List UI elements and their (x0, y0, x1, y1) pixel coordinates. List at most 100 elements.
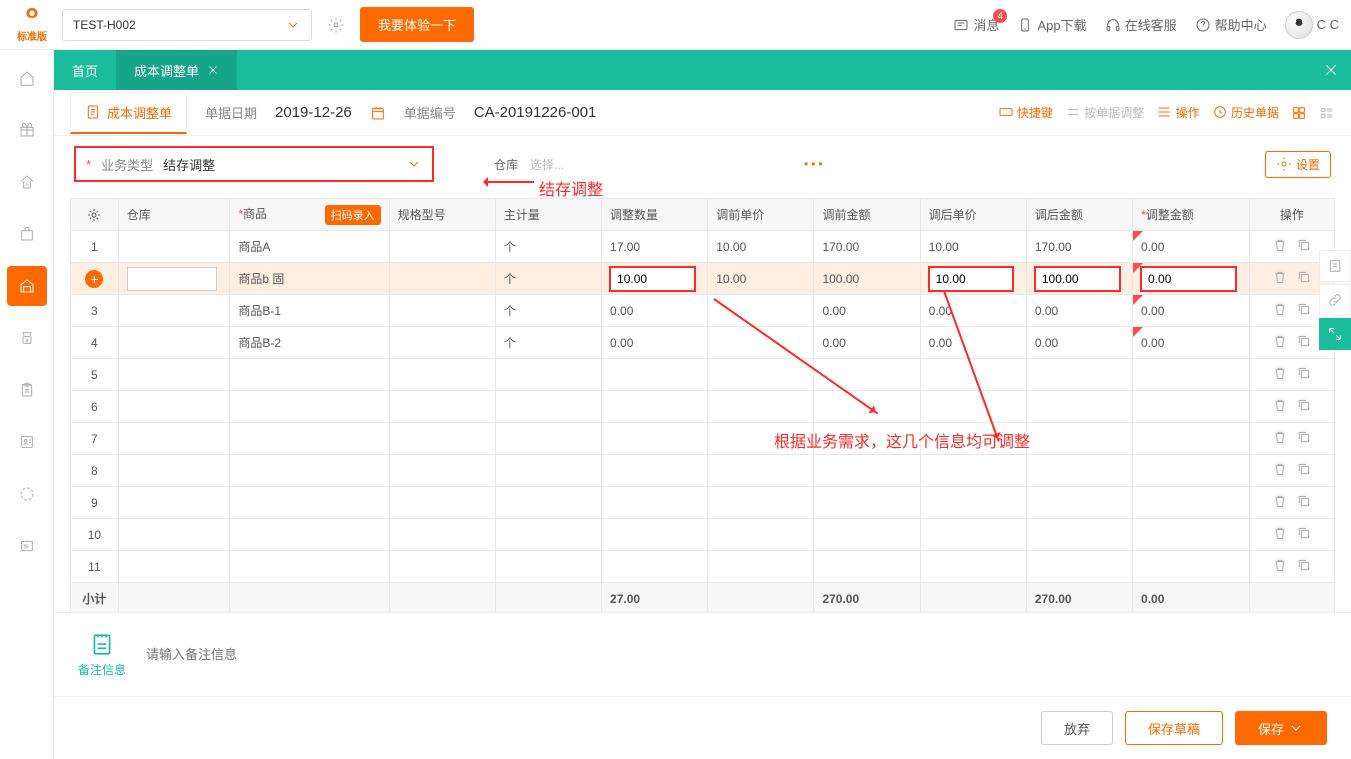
side-new-icon[interactable]: 新 (7, 526, 47, 566)
delete-icon[interactable] (1272, 397, 1288, 413)
by-doc-link[interactable]: 按单据调整 (1065, 104, 1144, 121)
settings-button[interactable]: 设置 (1265, 151, 1331, 178)
service-link[interactable]: 在线客服 (1105, 15, 1177, 34)
th-gear[interactable] (71, 199, 119, 231)
chevron-down-icon (285, 17, 301, 33)
th-spec: 规格型号 (389, 199, 495, 231)
side-up-icon[interactable] (7, 162, 47, 202)
form-row: *业务类型 结存调整 仓库 选择... ••• 设置 结存调整 (54, 136, 1351, 198)
side-gift-icon[interactable] (7, 110, 47, 150)
tab-home[interactable]: 首页 (54, 50, 116, 90)
msg-badge: 4 (993, 9, 1007, 23)
history-link[interactable]: 历史单据 (1212, 104, 1279, 121)
table-row[interactable]: 11 (71, 551, 1335, 583)
scan-input-button[interactable]: 扫码录入 (325, 205, 381, 225)
table-row[interactable]: +商品b 固个10.00100.00 (71, 263, 1335, 295)
post-price-input[interactable] (929, 267, 1014, 291)
grid-view-icon[interactable] (1291, 105, 1307, 121)
table-row[interactable]: 6 (71, 391, 1335, 423)
remark-section: 备注信息 (54, 612, 1351, 696)
subtotal-qty: 27.00 (602, 583, 708, 613)
th-pre-price: 调前单价 (708, 199, 814, 231)
th-warehouse: 仓库 (118, 199, 230, 231)
copy-icon[interactable] (1296, 237, 1312, 253)
qty-input[interactable] (610, 267, 695, 291)
th-post-price: 调后单价 (920, 199, 1026, 231)
post-amt-input[interactable] (1035, 267, 1120, 291)
copy-icon[interactable] (1296, 461, 1312, 477)
save-button[interactable]: 保存 (1235, 711, 1327, 745)
copy-icon[interactable] (1296, 397, 1312, 413)
delete-icon[interactable] (1272, 461, 1288, 477)
biz-type-select[interactable]: *业务类型 结存调整 (74, 146, 434, 182)
table-row[interactable]: 7 (71, 423, 1335, 455)
table-row[interactable]: 5 (71, 359, 1335, 391)
table-row[interactable]: 4商品B-2个0.000.000.000.000.00 (71, 327, 1335, 359)
tab-cost-adjust[interactable]: 成本调整单 (116, 50, 237, 90)
rs-note-icon[interactable] (1319, 250, 1351, 282)
close-icon[interactable] (207, 64, 219, 76)
logo: 标准版 (12, 6, 52, 43)
save-draft-button[interactable]: 保存草稿 (1125, 711, 1223, 745)
experience-button[interactable]: 我要体验一下 (360, 7, 474, 42)
table-row[interactable]: 10 (71, 519, 1335, 551)
app-download-link[interactable]: App下载 (1017, 15, 1086, 34)
table-row[interactable]: 1商品A个17.0010.00170.0010.00170.000.00 (71, 231, 1335, 263)
user-menu[interactable]: C C (1285, 11, 1339, 39)
gear-icon[interactable] (322, 11, 350, 39)
copy-icon[interactable] (1296, 557, 1312, 573)
list-icon (1156, 104, 1172, 120)
side-home-icon[interactable] (7, 58, 47, 98)
copy-icon[interactable] (1296, 525, 1312, 541)
copy-icon[interactable] (1296, 333, 1312, 349)
doc-type-tab[interactable]: 成本调整单 (70, 92, 187, 134)
table-row[interactable]: 8 (71, 455, 1335, 487)
side-money-icon[interactable] (7, 318, 47, 358)
side-bag-icon[interactable] (7, 214, 47, 254)
gear-icon (86, 207, 102, 223)
message-icon (953, 17, 969, 33)
delete-icon[interactable] (1272, 557, 1288, 573)
ops-link[interactable]: 操作 (1156, 104, 1199, 121)
copy-icon[interactable] (1296, 493, 1312, 509)
date-label: 单据日期 (205, 103, 257, 122)
calendar-icon[interactable] (370, 105, 386, 121)
close-all-tabs[interactable] (1311, 50, 1351, 90)
side-contact-icon[interactable] (7, 422, 47, 462)
table-row[interactable]: 9 (71, 487, 1335, 519)
cancel-button[interactable]: 放弃 (1041, 711, 1113, 745)
delete-icon[interactable] (1272, 333, 1288, 349)
delete-icon[interactable] (1272, 237, 1288, 253)
th-adj-amt: *调整金额 (1133, 199, 1250, 231)
table-row[interactable]: 3商品B-1个0.000.000.000.000.00 (71, 295, 1335, 327)
remark-input[interactable] (146, 647, 1327, 662)
company-select[interactable]: TEST-H002 (62, 9, 312, 41)
date-value[interactable]: 2019-12-26 (275, 104, 352, 121)
delete-icon[interactable] (1272, 493, 1288, 509)
rs-link-icon[interactable] (1319, 284, 1351, 316)
copy-icon[interactable] (1296, 365, 1312, 381)
side-clipboard-icon[interactable] (7, 370, 47, 410)
help-link[interactable]: 帮助中心 (1195, 15, 1267, 34)
copy-icon[interactable] (1296, 301, 1312, 317)
delete-icon[interactable] (1272, 525, 1288, 541)
adj-amt-input[interactable] (1141, 267, 1236, 291)
messages-link[interactable]: 消息 4 (953, 15, 999, 34)
shortcut-link[interactable]: 快捷键 (998, 104, 1053, 121)
wh-input[interactable] (127, 267, 217, 291)
side-loading-icon[interactable] (7, 474, 47, 514)
warehouse-select[interactable]: 选择... (530, 156, 564, 173)
avatar (1285, 11, 1313, 39)
delete-icon[interactable] (1272, 429, 1288, 445)
delete-icon[interactable] (1272, 301, 1288, 317)
rs-expand-icon[interactable] (1319, 318, 1351, 350)
more-dots[interactable]: ••• (804, 157, 826, 171)
copy-icon[interactable] (1296, 429, 1312, 445)
headset-icon (1105, 17, 1121, 33)
add-row-icon[interactable]: + (85, 270, 103, 288)
delete-icon[interactable] (1272, 269, 1288, 285)
delete-icon[interactable] (1272, 365, 1288, 381)
copy-icon[interactable] (1296, 269, 1312, 285)
side-warehouse-icon[interactable] (7, 266, 47, 306)
list-view-icon[interactable] (1319, 105, 1335, 121)
